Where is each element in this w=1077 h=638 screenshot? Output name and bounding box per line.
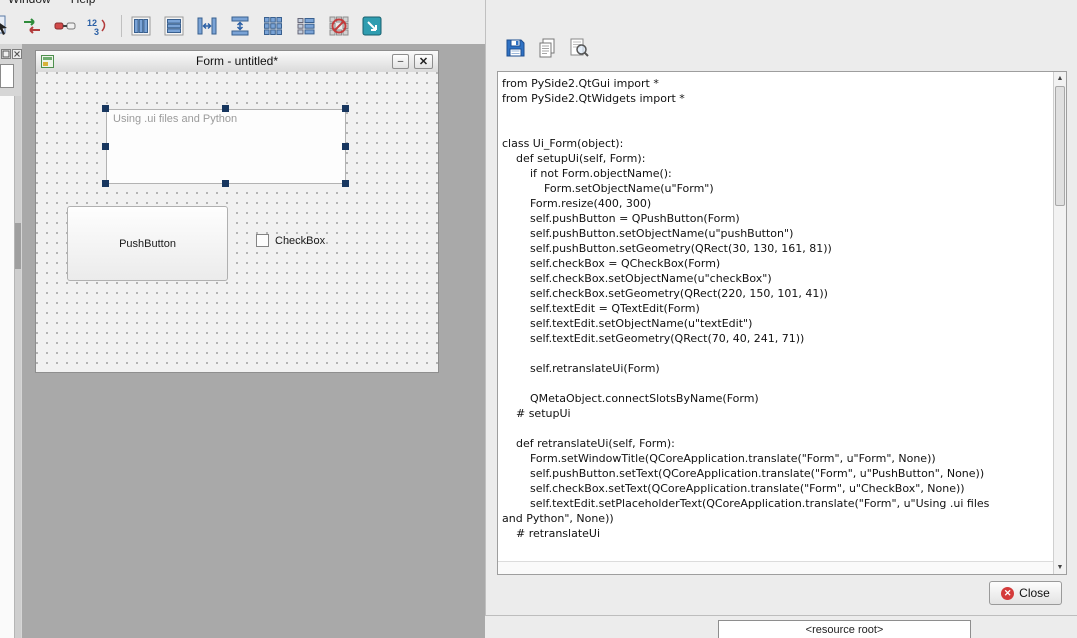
edit-signals-slots-icon[interactable] [20, 14, 44, 38]
break-layout-icon[interactable] [327, 14, 351, 38]
code-line: self.checkBox.setObjectName(u"checkBox") [502, 271, 1051, 286]
code-line: self.textEdit.setObjectName(u"textEdit") [502, 316, 1051, 331]
code-line: from PySide2.QtGui import * [502, 76, 1051, 91]
code-lines[interactable]: from PySide2.QtGui import *from PySide2.… [498, 72, 1053, 561]
selection-handle-n[interactable] [222, 105, 229, 112]
qt-designer-window: Window Help 123 [0, 0, 1077, 638]
form-editor-window: Form - untitled* – ✕ Using .ui files and… [35, 50, 439, 373]
code-line [502, 121, 1051, 136]
edit-tab-order-icon[interactable]: 123 [86, 14, 110, 38]
layout-grid-icon[interactable] [261, 14, 285, 38]
code-line: and Python", None)) [502, 511, 1051, 526]
form-window-titlebar[interactable]: Form - untitled* – ✕ [36, 51, 438, 73]
code-preview-toolbar [503, 36, 591, 60]
textedit-widget[interactable]: Using .ui files and Python [106, 109, 346, 184]
close-window-button[interactable]: ✕ [414, 54, 433, 69]
code-line: self.pushButton = QPushButton(Form) [502, 211, 1051, 226]
scroll-up-arrow-icon[interactable]: ▲ [1054, 72, 1066, 85]
code-line: self.pushButton.setObjectName(u"pushButt… [502, 226, 1051, 241]
code-line: self.checkBox.setText(QCoreApplication.t… [502, 481, 1051, 496]
textedit-placeholder: Using .ui files and Python [107, 110, 345, 128]
layout-horizontal-splitter-icon[interactable] [195, 14, 219, 38]
layout-vertically-icon[interactable] [162, 14, 186, 38]
scroll-down-arrow-icon[interactable]: ▼ [1054, 561, 1066, 574]
checkbox-indicator[interactable] [256, 234, 269, 247]
code-line: self.textEdit = QTextEdit(Form) [502, 301, 1051, 316]
close-dialog-button[interactable]: ✕ Close [989, 581, 1062, 605]
code-view: from PySide2.QtGui import *from PySide2.… [497, 71, 1067, 575]
dock-scrollbar-thumb[interactable] [15, 223, 21, 269]
close-button-label: Close [1019, 586, 1050, 600]
adjust-size-icon[interactable] [360, 14, 384, 38]
dock-close-button[interactable] [12, 49, 22, 59]
code-line: # retranslateUi [502, 526, 1051, 541]
selection-handle-sw[interactable] [102, 180, 109, 187]
code-line: def setupUi(self, Form): [502, 151, 1051, 166]
widget-box-list-fragment[interactable] [0, 96, 15, 638]
code-line: self.retranslateUi(Form) [502, 361, 1051, 376]
code-line [502, 346, 1051, 361]
selection-handle-w[interactable] [102, 143, 109, 150]
selection-handle-se[interactable] [342, 180, 349, 187]
menu-help[interactable]: Help [71, 0, 96, 6]
menu-window[interactable]: Window [8, 0, 51, 6]
main-toolbar: 123 [0, 7, 485, 44]
dock-scrollbar[interactable] [15, 96, 21, 638]
selection-handle-e[interactable] [342, 143, 349, 150]
copy-icon[interactable] [535, 36, 559, 60]
resource-browser-fragment: <resource root> [485, 616, 1077, 638]
widget-box-dock-fragment [0, 44, 22, 638]
scrollbar-thumb[interactable] [1055, 86, 1065, 206]
widget-filter-input[interactable] [0, 64, 14, 88]
code-line: QMetaObject.connectSlotsByName(Form) [502, 391, 1051, 406]
resource-root-item[interactable]: <resource root> [718, 620, 971, 638]
code-line [502, 421, 1051, 436]
selection-handle-s[interactable] [222, 180, 229, 187]
checkbox-label: CheckBox [275, 235, 325, 247]
save-icon[interactable] [503, 36, 527, 60]
form-canvas[interactable]: Using .ui files and Python PushButton Ch… [36, 72, 438, 372]
close-circle-icon: ✕ [1001, 587, 1014, 600]
pushbutton-widget[interactable]: PushButton [67, 206, 228, 281]
code-preview-dialog: from PySide2.QtGui import *from PySide2.… [485, 0, 1077, 616]
code-line [502, 376, 1051, 391]
minimize-button[interactable]: – [392, 54, 409, 69]
code-line: self.checkBox = QCheckBox(Form) [502, 256, 1051, 271]
edit-widgets-icon[interactable] [0, 14, 11, 38]
code-line: from PySide2.QtWidgets import * [502, 91, 1051, 106]
selection-handle-nw[interactable] [102, 105, 109, 112]
code-line: def retranslateUi(self, Form): [502, 436, 1051, 451]
code-line: self.pushButton.setText(QCoreApplication… [502, 466, 1051, 481]
find-icon[interactable] [567, 36, 591, 60]
code-line [502, 106, 1051, 121]
code-line: self.checkBox.setGeometry(QRect(220, 150… [502, 286, 1051, 301]
code-vertical-scrollbar[interactable]: ▲ ▼ [1053, 72, 1066, 574]
code-line: Form.setWindowTitle(QCoreApplication.tra… [502, 451, 1051, 466]
dock-float-button[interactable] [1, 49, 11, 59]
code-line: class Ui_Form(object): [502, 136, 1051, 151]
layout-horizontally-icon[interactable] [129, 14, 153, 38]
code-horizontal-scrollbar[interactable] [498, 561, 1053, 574]
selection-handle-ne[interactable] [342, 105, 349, 112]
code-line: # setupUi [502, 406, 1051, 421]
edit-buddies-icon[interactable] [53, 14, 77, 38]
code-line: self.textEdit.setGeometry(QRect(70, 40, … [502, 331, 1051, 346]
layout-vertical-splitter-icon[interactable] [228, 14, 252, 38]
svg-text:3: 3 [94, 27, 99, 37]
toolbar-separator [121, 15, 122, 37]
code-line: if not Form.objectName(): [502, 166, 1051, 181]
layout-form-icon[interactable] [294, 14, 318, 38]
code-line: self.textEdit.setPlaceholderText(QCoreAp… [502, 496, 1051, 511]
code-line: Form.resize(400, 300) [502, 196, 1051, 211]
code-line: self.pushButton.setGeometry(QRect(30, 13… [502, 241, 1051, 256]
code-line: Form.setObjectName(u"Form") [502, 181, 1051, 196]
form-window-title: Form - untitled* [36, 54, 438, 68]
checkbox-widget[interactable]: CheckBox [256, 234, 325, 247]
